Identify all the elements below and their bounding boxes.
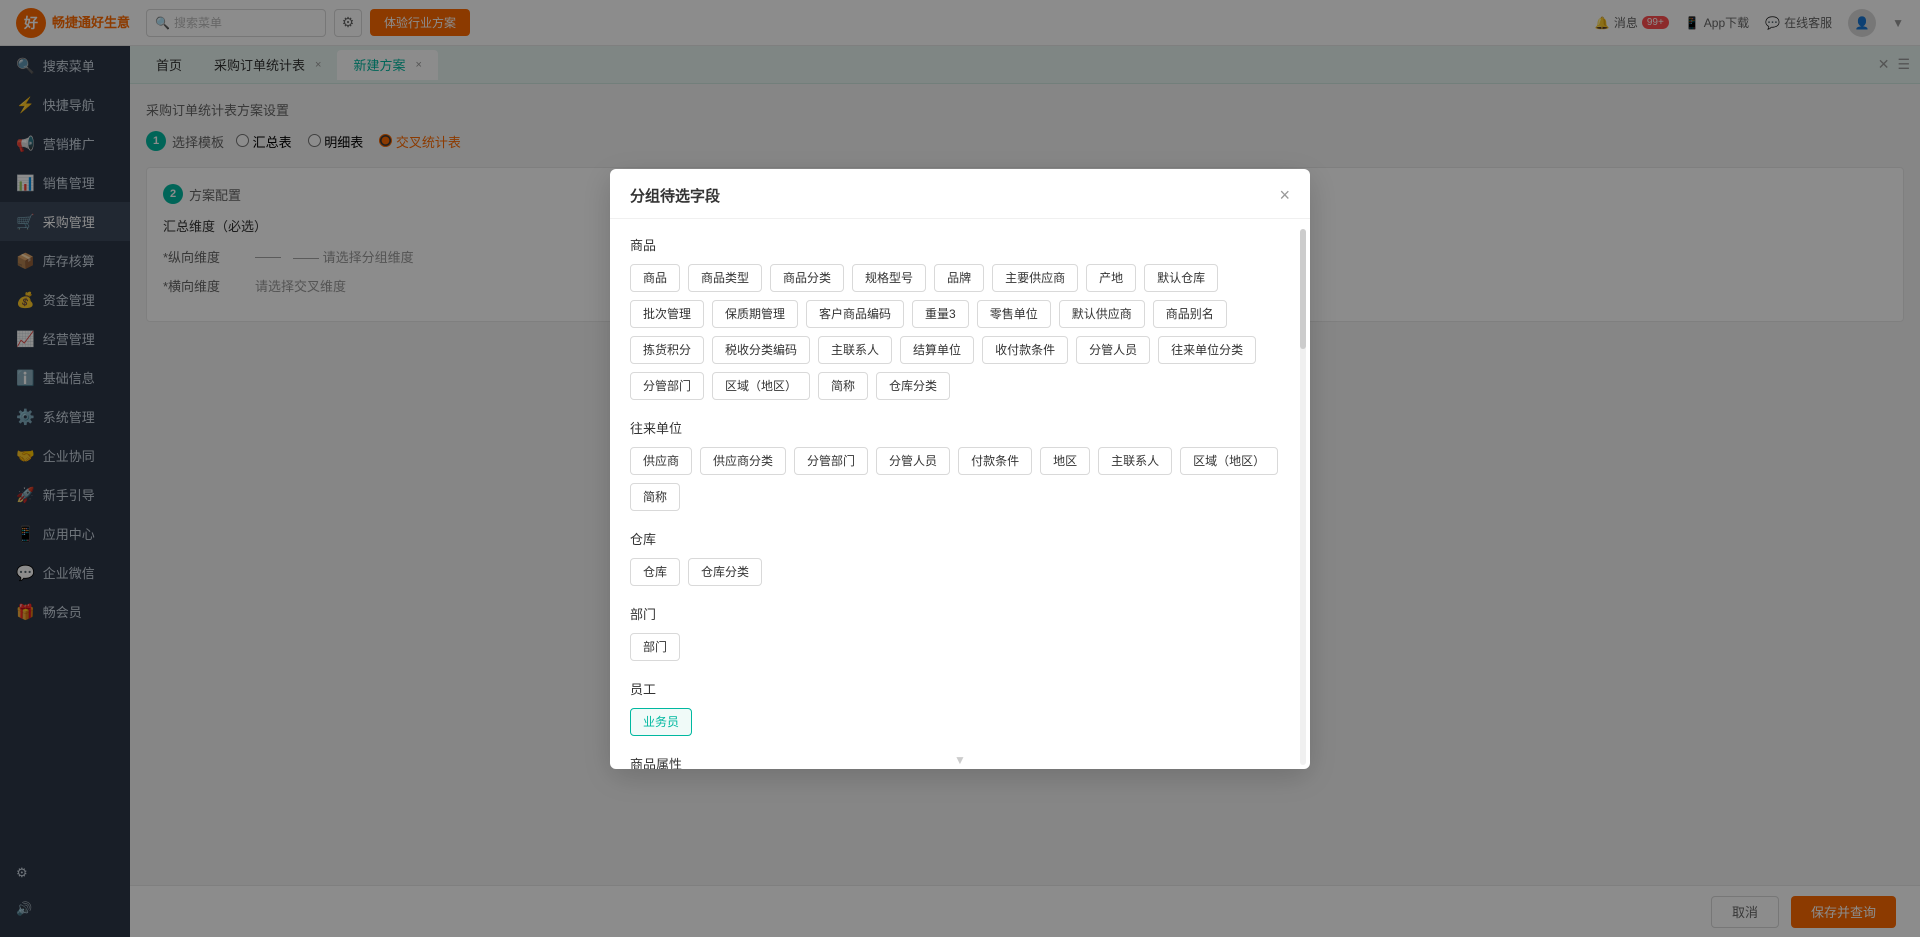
scrollbar-thumb[interactable]	[1300, 229, 1306, 349]
field-tag[interactable]: 区域（地区）	[712, 372, 810, 400]
field-tag[interactable]: 仓库分类	[876, 372, 950, 400]
field-tag[interactable]: 简称	[630, 483, 680, 511]
field-section-员工: 员工业务员	[630, 679, 1290, 736]
field-tags: 业务员	[630, 708, 1290, 736]
dialog-title: 分组待选字段	[630, 185, 720, 206]
field-tag[interactable]: 产地	[1086, 264, 1136, 292]
dialog-close-button[interactable]: ×	[1279, 186, 1290, 204]
field-tag[interactable]: 供应商	[630, 447, 692, 475]
field-tag[interactable]: 重量3	[912, 300, 969, 328]
field-tag[interactable]: 分管部门	[794, 447, 868, 475]
field-tag[interactable]: 默认供应商	[1059, 300, 1145, 328]
field-section-商品: 商品商品商品类型商品分类规格型号品牌主要供应商产地默认仓库批次管理保质期管理客户…	[630, 235, 1290, 400]
field-tag[interactable]: 商品别名	[1153, 300, 1227, 328]
field-tag[interactable]: 品牌	[934, 264, 984, 292]
field-tag[interactable]: 部门	[630, 633, 680, 661]
section-title: 员工	[630, 679, 1290, 698]
dialog-body: 商品商品商品类型商品分类规格型号品牌主要供应商产地默认仓库批次管理保质期管理客户…	[610, 219, 1310, 769]
field-tag[interactable]: 仓库	[630, 558, 680, 586]
field-tag[interactable]: 业务员	[630, 708, 692, 736]
field-section-仓库: 仓库仓库仓库分类	[630, 529, 1290, 586]
field-tags: 仓库仓库分类	[630, 558, 1290, 586]
field-section-部门: 部门部门	[630, 604, 1290, 661]
field-tag[interactable]: 收付款条件	[982, 336, 1068, 364]
field-tag[interactable]: 商品类型	[688, 264, 762, 292]
field-tag[interactable]: 简称	[818, 372, 868, 400]
field-select-dialog: 分组待选字段 × 商品商品商品类型商品分类规格型号品牌主要供应商产地默认仓库批次…	[610, 169, 1310, 769]
field-tag[interactable]: 商品	[630, 264, 680, 292]
field-tag[interactable]: 税收分类编码	[712, 336, 810, 364]
field-tags: 部门	[630, 633, 1290, 661]
scrollbar-track	[1300, 229, 1306, 765]
overlay: 分组待选字段 × 商品商品商品类型商品分类规格型号品牌主要供应商产地默认仓库批次…	[0, 0, 1920, 937]
field-tag[interactable]: 客户商品编码	[806, 300, 904, 328]
section-title: 往来单位	[630, 418, 1290, 437]
field-tag[interactable]: 分管人员	[876, 447, 950, 475]
field-tag[interactable]: 分管人员	[1076, 336, 1150, 364]
field-tags: 供应商供应商分类分管部门分管人员付款条件地区主联系人区域（地区） 简称	[630, 447, 1290, 511]
field-tag[interactable]: 付款条件	[958, 447, 1032, 475]
section-title: 部门	[630, 604, 1290, 623]
field-section-往来单位: 往来单位供应商供应商分类分管部门分管人员付款条件地区主联系人区域（地区） 简称	[630, 418, 1290, 511]
field-tag[interactable]: 批次管理	[630, 300, 704, 328]
dialog-header: 分组待选字段 ×	[610, 169, 1310, 219]
field-tag[interactable]: 拣货积分	[630, 336, 704, 364]
field-tag[interactable]: 区域（地区）	[1180, 447, 1278, 475]
field-tag[interactable]: 地区	[1040, 447, 1090, 475]
field-tag[interactable]: 零售单位	[977, 300, 1051, 328]
field-tag[interactable]: 默认仓库	[1144, 264, 1218, 292]
field-tag[interactable]: 保质期管理	[712, 300, 798, 328]
scroll-hint: ▼	[946, 751, 974, 769]
field-tags: 商品商品类型商品分类规格型号品牌主要供应商产地默认仓库批次管理保质期管理客户商品…	[630, 264, 1290, 400]
field-tag[interactable]: 仓库分类	[688, 558, 762, 586]
field-tag[interactable]: 规格型号	[852, 264, 926, 292]
field-tag[interactable]: 往来单位分类	[1158, 336, 1256, 364]
field-tag[interactable]: 供应商分类	[700, 447, 786, 475]
field-tag[interactable]: 商品分类	[770, 264, 844, 292]
field-tag[interactable]: 分管部门	[630, 372, 704, 400]
field-tag[interactable]: 主联系人	[1098, 447, 1172, 475]
section-title: 仓库	[630, 529, 1290, 548]
section-title: 商品	[630, 235, 1290, 254]
field-tag[interactable]: 主要供应商	[992, 264, 1078, 292]
field-tag[interactable]: 主联系人	[818, 336, 892, 364]
field-tag[interactable]: 结算单位	[900, 336, 974, 364]
